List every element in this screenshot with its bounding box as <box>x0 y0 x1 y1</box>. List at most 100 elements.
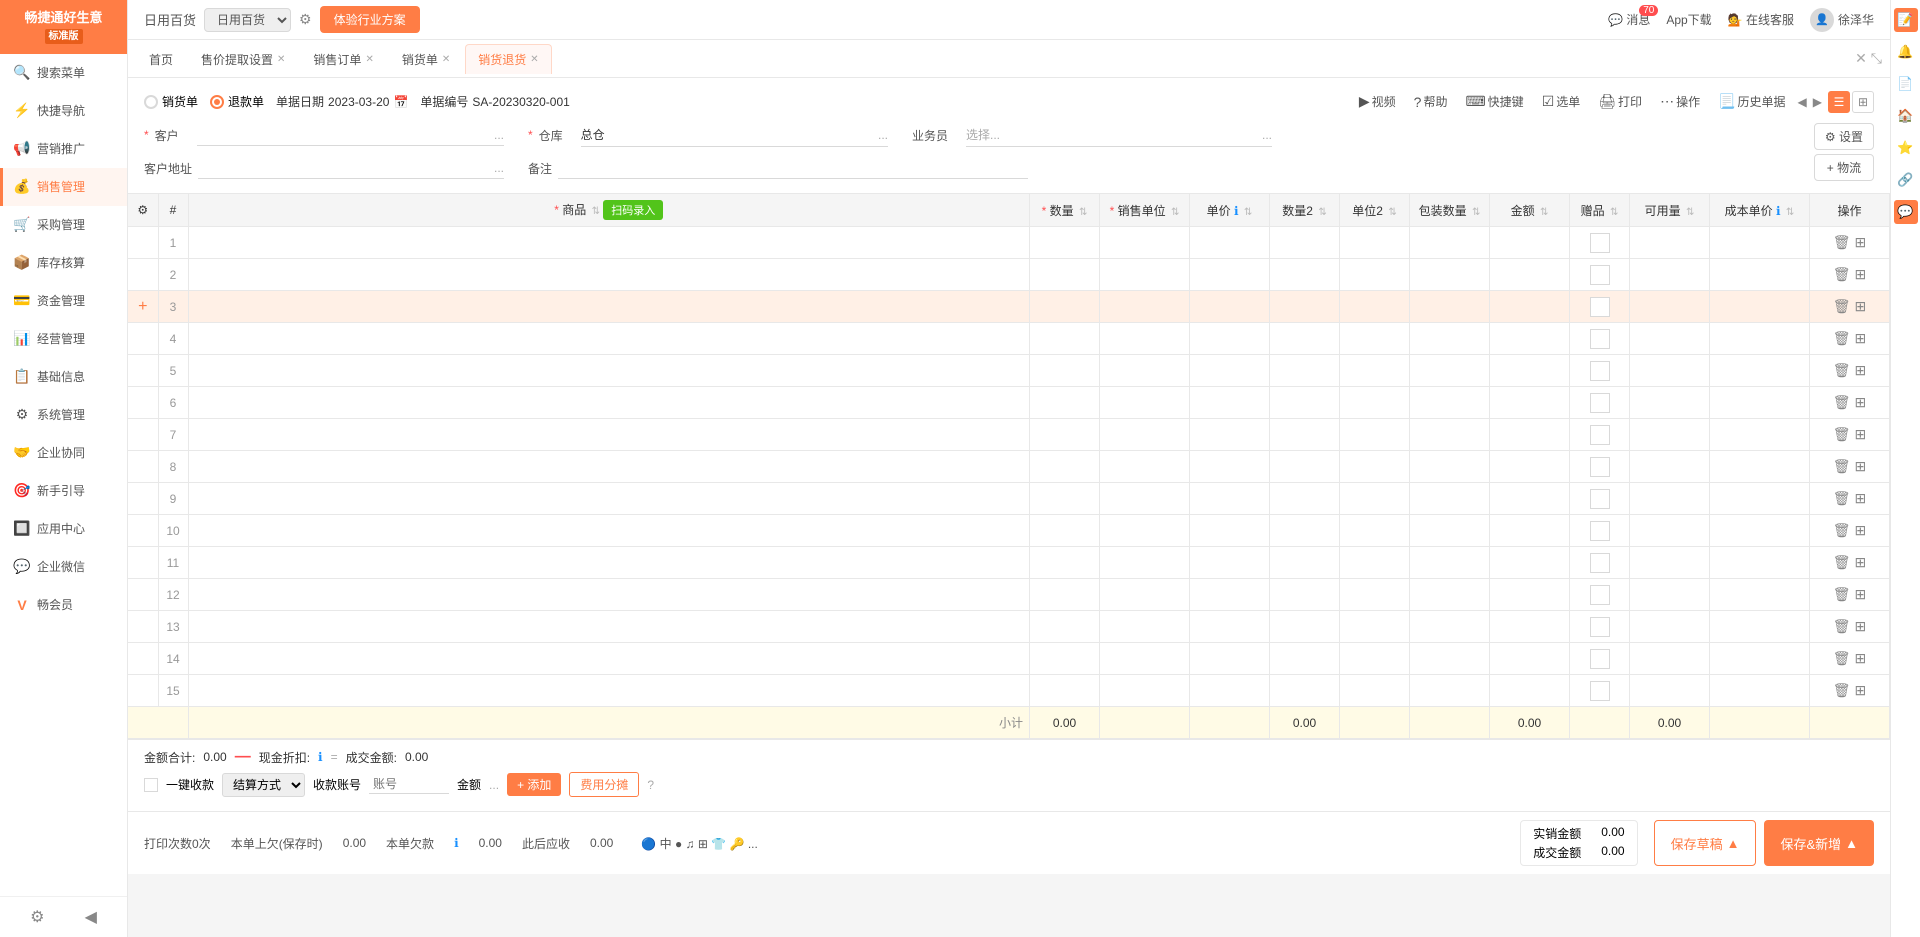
price-cell[interactable] <box>1190 547 1270 579</box>
pack-cell[interactable] <box>1410 483 1490 515</box>
price-cell[interactable] <box>1190 323 1270 355</box>
radio-sale[interactable]: 销货单 <box>144 93 198 110</box>
delete-row-icon[interactable]: 🗑 <box>1833 266 1851 283</box>
gift-checkbox[interactable] <box>1590 297 1610 317</box>
print-btn[interactable]: 🖨 打印 <box>1592 90 1648 113</box>
unit2-cell[interactable] <box>1340 355 1410 387</box>
sort-price-icon[interactable]: ⇅ <box>1244 207 1252 218</box>
amount-cell[interactable] <box>1490 547 1570 579</box>
gift-checkbox[interactable] <box>1590 489 1610 509</box>
gift-cell[interactable] <box>1570 675 1630 707</box>
product-cell[interactable] <box>188 643 1030 675</box>
unit-cell[interactable] <box>1100 259 1190 291</box>
price-cell[interactable] <box>1190 579 1270 611</box>
gift-cell[interactable] <box>1570 323 1630 355</box>
delete-row-icon[interactable]: 🗑 <box>1833 650 1851 667</box>
price-cell[interactable] <box>1190 611 1270 643</box>
sidebar-item-base[interactable]: 📋 基础信息 <box>0 358 127 396</box>
pack-cell[interactable] <box>1410 419 1490 451</box>
product-cell[interactable] <box>188 323 1030 355</box>
expand-window-icon[interactable]: ⤡ <box>1871 50 1882 67</box>
table-row[interactable]: 15🗑⊞ <box>128 675 1890 707</box>
add-row-icon[interactable]: + <box>138 298 147 315</box>
qty2-cell[interactable] <box>1270 643 1340 675</box>
price-cell[interactable] <box>1190 515 1270 547</box>
cost-cell[interactable] <box>1710 515 1810 547</box>
qty-cell[interactable] <box>1030 515 1100 547</box>
copy-row-icon[interactable]: ⊞ <box>1855 330 1867 347</box>
tab-price-settings[interactable]: 售价提取设置 ✕ <box>188 44 298 74</box>
gift-checkbox[interactable] <box>1590 425 1610 445</box>
pack-cell[interactable] <box>1410 611 1490 643</box>
amount-cell[interactable] <box>1490 451 1570 483</box>
unit-cell[interactable] <box>1100 547 1190 579</box>
delete-row-icon[interactable]: 🗑 <box>1833 554 1851 571</box>
right-panel-link-icon[interactable]: 🔗 <box>1894 168 1918 192</box>
pack-cell[interactable] <box>1410 259 1490 291</box>
sidebar-item-operation[interactable]: 📊 经营管理 <box>0 320 127 358</box>
copy-row-icon[interactable]: ⊞ <box>1855 394 1867 411</box>
available-cell[interactable] <box>1630 419 1710 451</box>
delete-row-icon[interactable]: 🗑 <box>1833 394 1851 411</box>
price-cell[interactable] <box>1190 387 1270 419</box>
save-draft-btn[interactable]: 保存草稿 ▲ <box>1654 820 1757 866</box>
price-cell[interactable] <box>1190 483 1270 515</box>
staff-dots[interactable]: ... <box>1262 128 1272 142</box>
available-cell[interactable] <box>1630 547 1710 579</box>
copy-row-icon[interactable]: ⊞ <box>1855 618 1867 635</box>
amount-cell[interactable] <box>1490 579 1570 611</box>
amount-dots[interactable]: ... <box>489 778 499 792</box>
copy-row-icon[interactable]: ⊞ <box>1855 458 1867 475</box>
unit-cell[interactable] <box>1100 419 1190 451</box>
unit-cell[interactable] <box>1100 675 1190 707</box>
unit2-cell[interactable] <box>1340 675 1410 707</box>
gift-checkbox[interactable] <box>1590 681 1610 701</box>
shortcut-btn[interactable]: ⌨ 快捷键 <box>1459 90 1529 113</box>
sort-gift-icon[interactable]: ⇅ <box>1610 207 1618 218</box>
address-dots[interactable]: ... <box>494 161 504 175</box>
copy-row-icon[interactable]: ⊞ <box>1855 554 1867 571</box>
scan-btn[interactable]: 扫码录入 <box>603 200 663 220</box>
qty-cell[interactable] <box>1030 611 1100 643</box>
amount-cell[interactable] <box>1490 387 1570 419</box>
pack-cell[interactable] <box>1410 451 1490 483</box>
available-cell[interactable] <box>1630 483 1710 515</box>
gift-checkbox[interactable] <box>1590 617 1610 637</box>
topbar-gear-icon[interactable]: ⚙ <box>299 11 312 28</box>
available-cell[interactable] <box>1630 323 1710 355</box>
gift-cell[interactable] <box>1570 483 1630 515</box>
amount-cell[interactable] <box>1490 643 1570 675</box>
cost-cell[interactable] <box>1710 451 1810 483</box>
table-row[interactable]: 7🗑⊞ <box>128 419 1890 451</box>
fee-split-btn[interactable]: 费用分摊 <box>569 772 639 797</box>
qty-cell[interactable] <box>1030 291 1100 323</box>
unit-cell[interactable] <box>1100 291 1190 323</box>
gift-cell[interactable] <box>1570 259 1630 291</box>
sidebar-item-system[interactable]: ⚙ 系统管理 <box>0 396 127 434</box>
qty2-cell[interactable] <box>1270 355 1340 387</box>
delete-row-icon[interactable]: 🗑 <box>1833 458 1851 475</box>
unit2-cell[interactable] <box>1340 515 1410 547</box>
cost-cell[interactable] <box>1710 259 1810 291</box>
qty-cell[interactable] <box>1030 579 1100 611</box>
cost-cell[interactable] <box>1710 323 1810 355</box>
pack-cell[interactable] <box>1410 387 1490 419</box>
cost-cell[interactable] <box>1710 419 1810 451</box>
cost-cell[interactable] <box>1710 611 1810 643</box>
add-payment-btn[interactable]: + 添加 <box>507 773 561 796</box>
delete-row-icon[interactable]: 🗑 <box>1833 618 1851 635</box>
unit2-cell[interactable] <box>1340 579 1410 611</box>
unit2-cell[interactable] <box>1340 323 1410 355</box>
address-input[interactable]: ... <box>198 157 504 179</box>
product-cell[interactable] <box>188 291 1030 323</box>
available-cell[interactable] <box>1630 451 1710 483</box>
pack-cell[interactable] <box>1410 579 1490 611</box>
price-cell[interactable] <box>1190 227 1270 259</box>
pack-cell[interactable] <box>1410 675 1490 707</box>
price-cell[interactable] <box>1190 355 1270 387</box>
sort-unit2-icon[interactable]: ⇅ <box>1388 207 1396 218</box>
staff-input[interactable]: 选择... ... <box>966 123 1272 147</box>
table-row[interactable]: 13🗑⊞ <box>128 611 1890 643</box>
copy-row-icon[interactable]: ⊞ <box>1855 426 1867 443</box>
qty-cell[interactable] <box>1030 419 1100 451</box>
